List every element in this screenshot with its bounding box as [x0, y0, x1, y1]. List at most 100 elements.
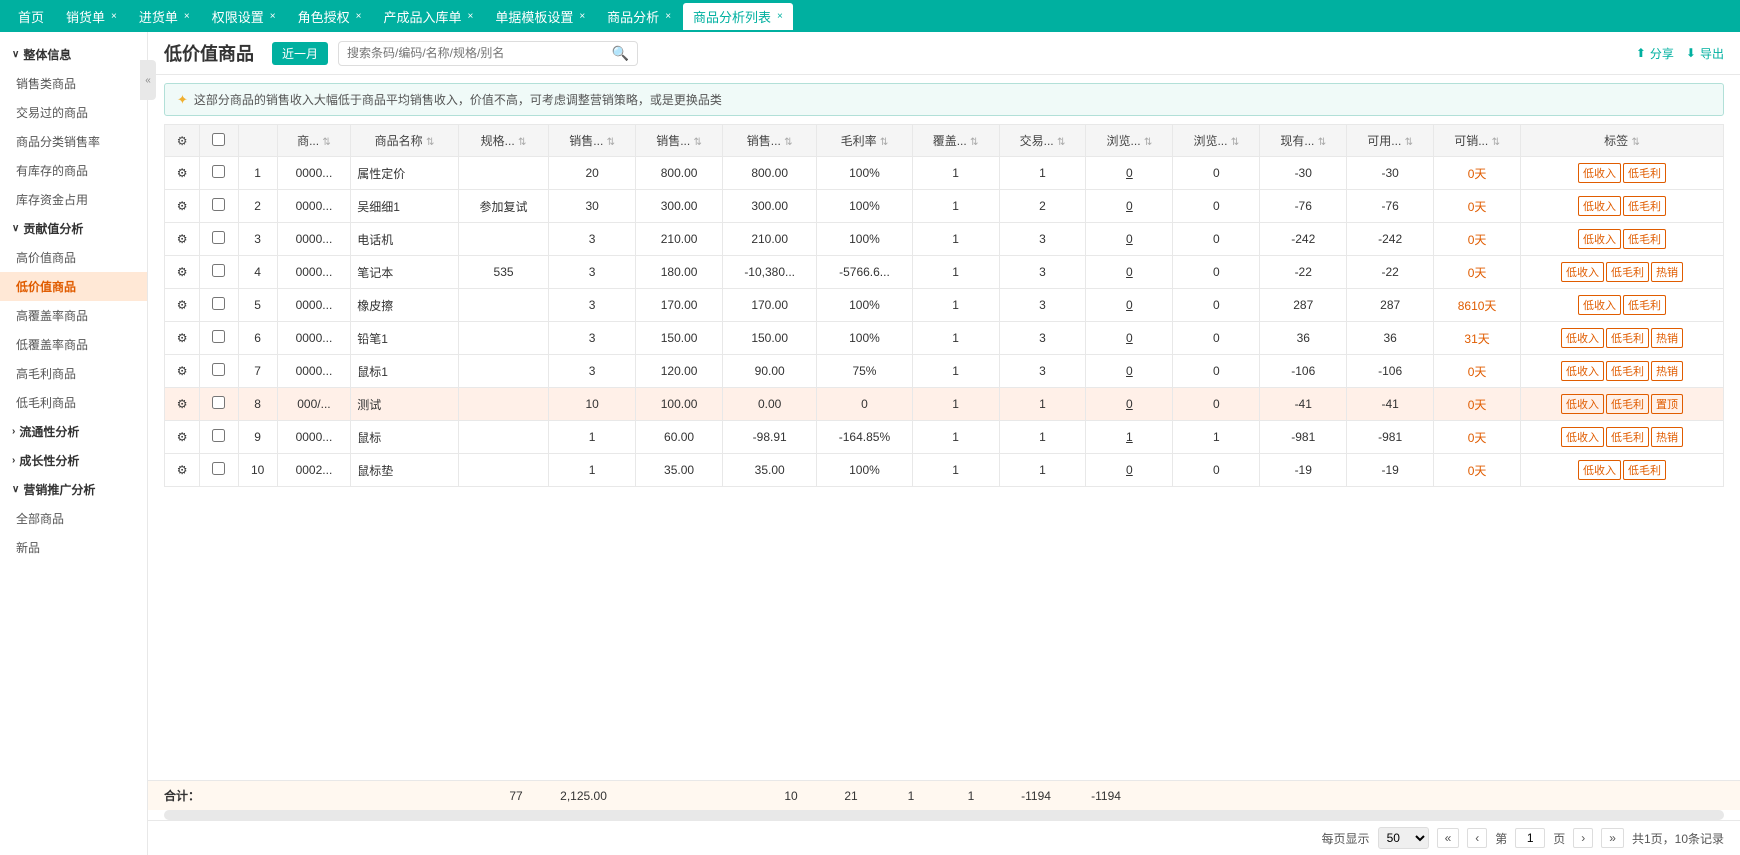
row-checkbox[interactable]: [212, 231, 225, 244]
sidebar-item-stock-funds[interactable]: 库存资金占用: [0, 185, 147, 214]
browse-link[interactable]: 0: [1126, 364, 1133, 378]
sidebar-item-category-sales-rate[interactable]: 商品分类销售率: [0, 127, 147, 156]
nav-permissions[interactable]: 权限设置 ×: [202, 3, 286, 30]
sidebar-item-new-goods[interactable]: 新品: [0, 533, 147, 562]
sidebar-collapse-button[interactable]: «: [140, 60, 156, 100]
checkbox-cell[interactable]: [200, 388, 238, 421]
sidebar-item-stock-goods[interactable]: 有库存的商品: [0, 156, 147, 185]
spec-col-header[interactable]: 规格... ⇅: [458, 125, 548, 157]
browse-link[interactable]: 0: [1126, 331, 1133, 345]
settings-cell[interactable]: ⚙: [165, 322, 200, 355]
checkbox-cell[interactable]: [200, 190, 238, 223]
browse-link[interactable]: 0: [1126, 298, 1133, 312]
settings-icon[interactable]: ⚙: [177, 397, 188, 411]
row-checkbox[interactable]: [212, 198, 225, 211]
coverage-col-header[interactable]: 覆盖... ⇅: [912, 125, 999, 157]
nav-goods-analysis-list[interactable]: 商品分析列表 ×: [683, 3, 793, 30]
row-checkbox[interactable]: [212, 429, 225, 442]
share-button[interactable]: ⬆ 分享: [1636, 45, 1674, 62]
browse1-cell[interactable]: 0: [1086, 256, 1173, 289]
checkbox-cell[interactable]: [200, 322, 238, 355]
browse1-cell[interactable]: 1: [1086, 421, 1173, 454]
sidebar-item-low-coverage[interactable]: 低覆盖率商品: [0, 330, 147, 359]
sales-qty-col-header[interactable]: 销售... ⇅: [549, 125, 636, 157]
select-all-checkbox[interactable]: [212, 133, 225, 146]
browse1-col-header[interactable]: 浏览... ⇅: [1086, 125, 1173, 157]
nav-roles[interactable]: 角色授权 ×: [288, 3, 372, 30]
settings-icon[interactable]: ⚙: [177, 232, 188, 246]
sidebar-group-overall[interactable]: ∨ 整体信息: [0, 40, 147, 69]
available-col-header[interactable]: 可用... ⇅: [1347, 125, 1434, 157]
browse1-cell[interactable]: 0: [1086, 289, 1173, 322]
browse-link[interactable]: 0: [1126, 397, 1133, 411]
transaction-col-header[interactable]: 交易... ⇅: [999, 125, 1086, 157]
nav-goods-analysis[interactable]: 商品分析 ×: [597, 3, 681, 30]
next-page-button[interactable]: ›: [1573, 828, 1593, 848]
row-checkbox[interactable]: [212, 297, 225, 310]
close-icon[interactable]: ×: [184, 11, 190, 22]
settings-icon[interactable]: ⚙: [177, 199, 188, 213]
time-filter-button[interactable]: 近一月: [272, 42, 328, 65]
checkbox-cell[interactable]: [200, 256, 238, 289]
sidebar-item-sales-goods[interactable]: 销售类商品: [0, 69, 147, 98]
settings-icon[interactable]: ⚙: [177, 331, 188, 345]
close-icon[interactable]: ×: [665, 11, 671, 22]
browse-link[interactable]: 0: [1126, 463, 1133, 477]
close-icon[interactable]: ×: [467, 11, 473, 22]
browse-link[interactable]: 0: [1126, 166, 1133, 180]
settings-cell[interactable]: ⚙: [165, 157, 200, 190]
sidebar-group-circulation[interactable]: › 流通性分析: [0, 417, 147, 446]
settings-cell[interactable]: ⚙: [165, 223, 200, 256]
sales-amount-col-header[interactable]: 销售... ⇅: [723, 125, 817, 157]
sidebar-item-high-margin[interactable]: 高毛利商品: [0, 359, 147, 388]
last-page-button[interactable]: »: [1601, 828, 1624, 848]
checkbox-cell[interactable]: [200, 223, 238, 256]
browse1-cell[interactable]: 0: [1086, 223, 1173, 256]
row-checkbox[interactable]: [212, 330, 225, 343]
nav-home[interactable]: 首页: [8, 3, 54, 30]
settings-cell[interactable]: ⚙: [165, 454, 200, 487]
browse1-cell[interactable]: 0: [1086, 190, 1173, 223]
sales-price-col-header[interactable]: 销售... ⇅: [636, 125, 723, 157]
browse1-cell[interactable]: 0: [1086, 157, 1173, 190]
close-icon[interactable]: ×: [356, 11, 362, 22]
sidebar-group-growth[interactable]: › 成长性分析: [0, 446, 147, 475]
settings-col-header[interactable]: ⚙: [165, 125, 200, 157]
browse2-col-header[interactable]: 浏览... ⇅: [1173, 125, 1260, 157]
sidebar-item-low-value[interactable]: 低价值商品: [0, 272, 147, 301]
browse1-cell[interactable]: 0: [1086, 355, 1173, 388]
settings-icon[interactable]: ⚙: [177, 265, 188, 279]
settings-cell[interactable]: ⚙: [165, 388, 200, 421]
nav-template[interactable]: 单据模板设置 ×: [485, 3, 595, 30]
row-checkbox[interactable]: [212, 396, 225, 409]
page-size-select[interactable]: 50 100 200: [1378, 827, 1429, 849]
checkbox-cell[interactable]: [200, 355, 238, 388]
checkbox-cell[interactable]: [200, 421, 238, 454]
settings-cell[interactable]: ⚙: [165, 256, 200, 289]
nav-sales[interactable]: 销货单 ×: [56, 3, 127, 30]
checkbox-cell[interactable]: [200, 454, 238, 487]
sidebar-item-high-coverage[interactable]: 高覆盖率商品: [0, 301, 147, 330]
code-col-header[interactable]: 商... ⇅: [277, 125, 351, 157]
row-checkbox[interactable]: [212, 363, 225, 376]
checkbox-col-header[interactable]: [200, 125, 238, 157]
current-stock-col-header[interactable]: 现有... ⇅: [1260, 125, 1347, 157]
settings-cell[interactable]: ⚙: [165, 355, 200, 388]
close-icon[interactable]: ×: [111, 11, 117, 22]
row-checkbox[interactable]: [212, 264, 225, 277]
browse1-cell[interactable]: 0: [1086, 388, 1173, 421]
settings-icon[interactable]: ⚙: [177, 166, 188, 180]
close-icon[interactable]: ×: [579, 11, 585, 22]
sidebar-item-traded-goods[interactable]: 交易过的商品: [0, 98, 147, 127]
row-checkbox[interactable]: [212, 462, 225, 475]
sidebar-item-all-goods[interactable]: 全部商品: [0, 504, 147, 533]
export-button[interactable]: ⬇ 导出: [1686, 45, 1724, 62]
nav-product-entry[interactable]: 产成品入库单 ×: [373, 3, 483, 30]
search-icon[interactable]: 🔍: [612, 45, 629, 62]
first-page-button[interactable]: «: [1437, 828, 1460, 848]
table-container[interactable]: ⚙ 商... ⇅ 商品名称 ⇅ 规格... ⇅ 销售... ⇅ 销售... ⇅ …: [148, 124, 1740, 780]
name-col-header[interactable]: 商品名称 ⇅: [351, 125, 459, 157]
sidebar-item-high-value[interactable]: 高价值商品: [0, 243, 147, 272]
prev-page-button[interactable]: ‹: [1467, 828, 1487, 848]
browse-link[interactable]: 1: [1126, 430, 1133, 444]
